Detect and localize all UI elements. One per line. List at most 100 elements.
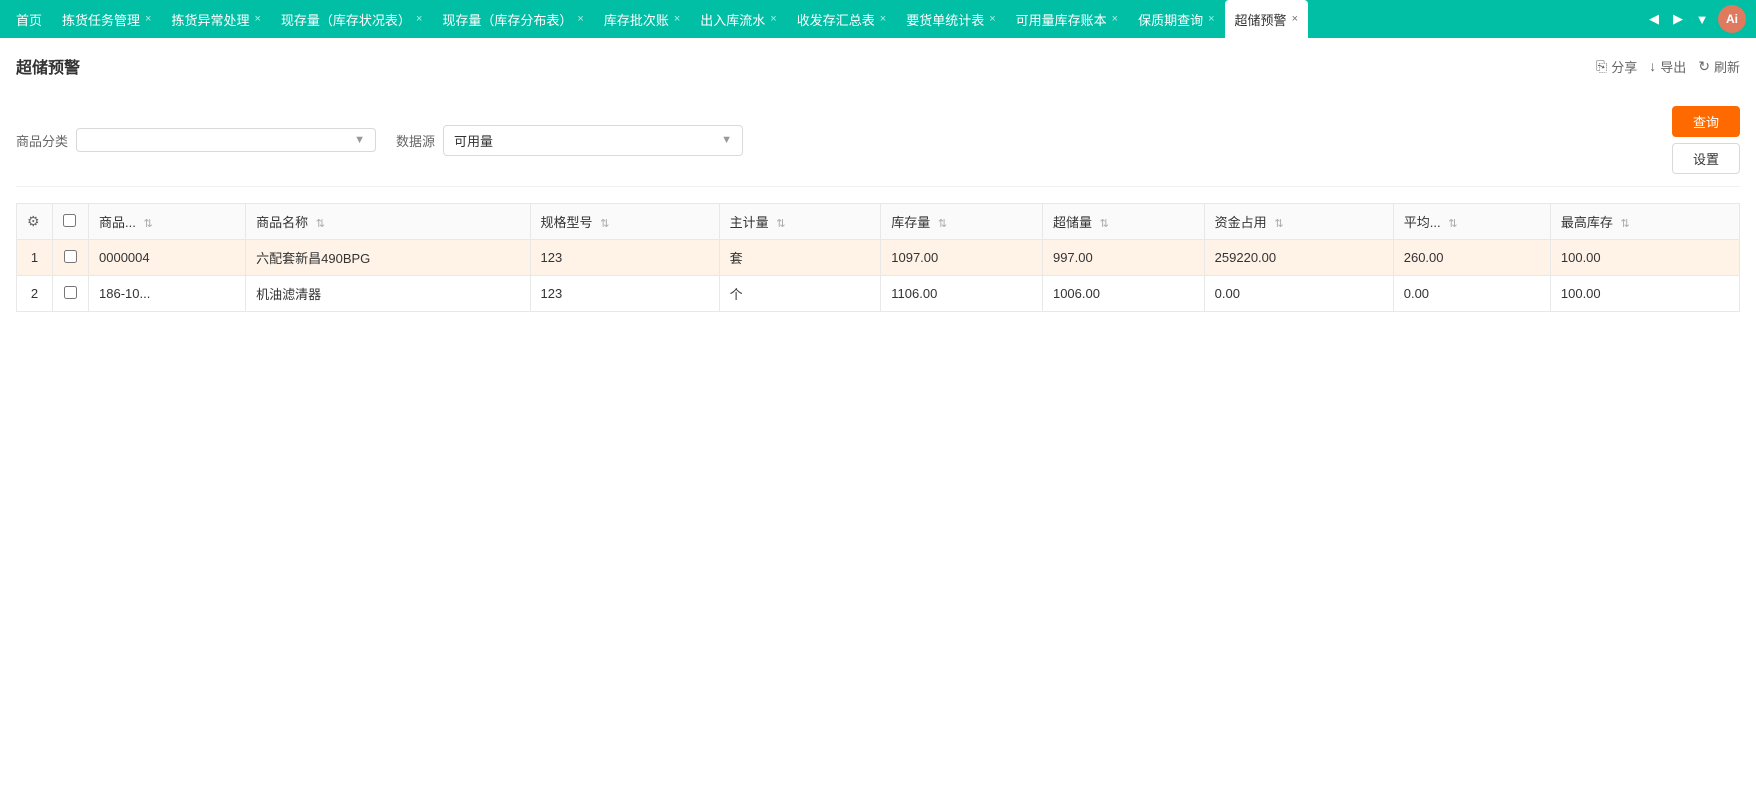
th-avg-label: 平均... <box>1404 215 1441 230</box>
nav-item-label-2: 拣货异常处理 <box>171 10 249 29</box>
table-gear-icon[interactable]: ⚙ <box>27 213 40 229</box>
nav-item-close-8[interactable]: × <box>989 13 995 25</box>
th-maxstock[interactable]: 最高库存 ⇅ <box>1550 204 1739 240</box>
th-name[interactable]: 商品名称 ⇅ <box>246 204 530 240</box>
row-checkbox-cell-1[interactable] <box>53 276 89 312</box>
nav-item-5[interactable]: 库存批次账× <box>594 0 690 38</box>
row-unit-1: 个 <box>719 276 881 312</box>
row-overstock-0: 997.00 <box>1042 240 1204 276</box>
nav-item-7[interactable]: 收发存汇总表 × <box>787 0 896 38</box>
row-name-1: 机油滤清器 <box>246 276 530 312</box>
nav-item-close-10[interactable]: × <box>1208 13 1214 25</box>
category-arrow-icon: ▼ <box>354 134 365 146</box>
refresh-label: 刷新 <box>1714 57 1740 76</box>
th-capital-label: 资金占用 <box>1215 215 1267 230</box>
filter-area: 商品分类 ▼ 数据源 可用量 ▼ 查询 设置 <box>16 94 1740 187</box>
page-content: 超储预警 ⎘ 分享 ↓ 导出 ↻ 刷新 商品分类 ▼ 数据源 <box>0 38 1756 800</box>
th-spec-label: 规格型号 <box>541 215 593 230</box>
datasource-value: 可用量 <box>454 131 493 150</box>
sort-unit-icon: ⇅ <box>776 218 785 230</box>
nav-more-arrow[interactable]: ▼ <box>1690 0 1714 38</box>
datasource-select[interactable]: 可用量 ▼ <box>443 125 743 156</box>
nav-item-8[interactable]: 要货单统计表× <box>896 0 1005 38</box>
nav-item-close-7[interactable]: × <box>880 13 886 25</box>
th-overstock-label: 超储量 <box>1053 215 1092 230</box>
nav-item-9[interactable]: 可用量库存账本× <box>1006 0 1128 38</box>
refresh-icon: ↻ <box>1698 58 1710 75</box>
th-stock[interactable]: 库存量 ⇅ <box>881 204 1043 240</box>
page-title: 超储预警 <box>16 54 80 78</box>
data-table: ⚙ 商品... ⇅ 商品名称 ⇅ 规格型号 ⇅ 主计量 <box>16 203 1740 312</box>
nav-item-10[interactable]: 保质期查询× <box>1128 0 1224 38</box>
row-capital-0: 259220.00 <box>1204 240 1393 276</box>
refresh-button[interactable]: ↻ 刷新 <box>1698 57 1740 76</box>
th-checkbox[interactable] <box>53 204 89 240</box>
row-checkbox-0[interactable] <box>64 250 77 263</box>
row-spec-0: 123 <box>530 240 719 276</box>
nav-item-label-7: 收发存汇总表 <box>797 10 875 29</box>
row-maxstock-1: 100.00 <box>1550 276 1739 312</box>
nav-item-2[interactable]: 拣货异常处理 × <box>161 0 270 38</box>
nav-item-close-2[interactable]: × <box>254 13 260 25</box>
sort-maxstock-icon: ⇅ <box>1621 218 1630 230</box>
sort-capital-icon: ⇅ <box>1274 218 1283 230</box>
row-stock-0: 1097.00 <box>881 240 1043 276</box>
th-code-label: 商品... <box>99 215 136 230</box>
row-capital-1: 0.00 <box>1204 276 1393 312</box>
sort-overstock-icon: ⇅ <box>1100 218 1109 230</box>
nav-item-11[interactable]: 超储预警× <box>1225 0 1308 38</box>
datasource-filter: 数据源 可用量 ▼ <box>396 125 743 156</box>
category-select[interactable]: ▼ <box>76 128 376 152</box>
nav-next-arrow[interactable]: ▶ <box>1666 0 1690 38</box>
row-checkbox-1[interactable] <box>64 286 77 299</box>
th-capital[interactable]: 资金占用 ⇅ <box>1204 204 1393 240</box>
select-all-checkbox[interactable] <box>63 214 76 227</box>
row-spec-1: 123 <box>530 276 719 312</box>
nav-item-4[interactable]: 现存量（库存分布表） × <box>432 0 593 38</box>
nav-item-1[interactable]: 拣货任务管理× <box>52 0 161 38</box>
row-stock-1: 1106.00 <box>881 276 1043 312</box>
sort-avg-icon: ⇅ <box>1448 218 1457 230</box>
export-icon: ↓ <box>1649 58 1656 74</box>
query-button[interactable]: 查询 <box>1672 106 1740 137</box>
nav-item-label-3: 现存量（库存状况表） <box>281 10 411 29</box>
nav-item-close-6[interactable]: × <box>770 13 776 25</box>
nav-item-close-5[interactable]: × <box>674 13 680 25</box>
row-checkbox-cell-0[interactable] <box>53 240 89 276</box>
header-actions: ⎘ 分享 ↓ 导出 ↻ 刷新 <box>1596 57 1740 76</box>
category-label: 商品分类 <box>16 131 68 150</box>
nav-item-3[interactable]: 现存量（库存状况表） × <box>271 0 432 38</box>
nav-prev-arrow[interactable]: ◀ <box>1642 0 1666 38</box>
nav-item-label-0: 首页 <box>16 10 42 29</box>
th-unit[interactable]: 主计量 ⇅ <box>719 204 881 240</box>
nav-item-close-3[interactable]: × <box>416 13 422 25</box>
datasource-arrow-icon: ▼ <box>721 134 732 146</box>
nav-item-0[interactable]: 首页 <box>6 0 52 38</box>
page-header: 超储预警 ⎘ 分享 ↓ 导出 ↻ 刷新 <box>16 54 1740 78</box>
datasource-label: 数据源 <box>396 131 435 150</box>
row-code-1: 186-10... <box>89 276 246 312</box>
settings-button[interactable]: 设置 <box>1672 143 1740 174</box>
share-button[interactable]: ⎘ 分享 <box>1596 57 1637 76</box>
top-nav: 首页拣货任务管理×拣货异常处理×现存量（库存状况表）×现存量（库存分布表）×库存… <box>0 0 1756 38</box>
row-maxstock-0: 100.00 <box>1550 240 1739 276</box>
nav-item-close-4[interactable]: × <box>577 13 583 25</box>
avatar[interactable]: Ai <box>1718 5 1746 33</box>
th-code[interactable]: 商品... ⇅ <box>89 204 246 240</box>
th-unit-label: 主计量 <box>730 215 769 230</box>
export-button[interactable]: ↓ 导出 <box>1649 57 1686 76</box>
category-filter: 商品分类 ▼ <box>16 128 376 152</box>
nav-item-close-11[interactable]: × <box>1292 13 1298 25</box>
th-name-label: 商品名称 <box>256 215 308 230</box>
nav-item-close-9[interactable]: × <box>1112 13 1118 25</box>
export-label: 导出 <box>1660 57 1686 76</box>
th-avg[interactable]: 平均... ⇅ <box>1393 204 1550 240</box>
nav-item-label-4: 现存量（库存分布表） <box>442 10 572 29</box>
th-spec[interactable]: 规格型号 ⇅ <box>530 204 719 240</box>
nav-item-close-1[interactable]: × <box>145 13 151 25</box>
row-num-1: 2 <box>17 276 53 312</box>
table-row: 1 0000004 六配套新昌490BPG 123 套 1097.00 997.… <box>17 240 1740 276</box>
table-row: 2 186-10... 机油滤清器 123 个 1106.00 1006.00 … <box>17 276 1740 312</box>
nav-item-6[interactable]: 出入库流水× <box>690 0 786 38</box>
th-overstock[interactable]: 超储量 ⇅ <box>1042 204 1204 240</box>
